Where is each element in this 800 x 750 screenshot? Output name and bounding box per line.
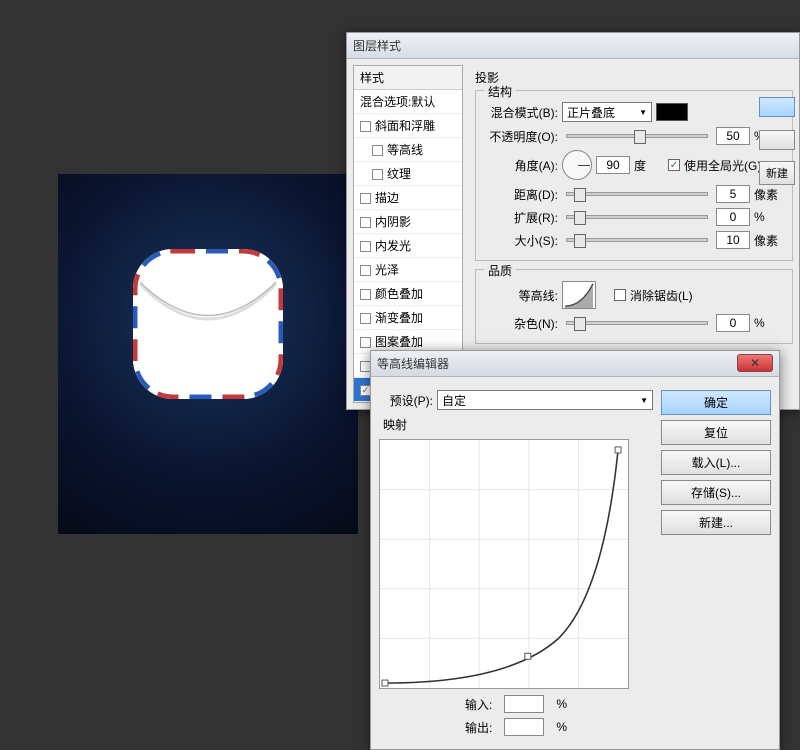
checkbox[interactable] — [360, 265, 371, 276]
load-button[interactable]: 载入(L)... — [661, 450, 771, 475]
size-slider[interactable] — [566, 238, 708, 242]
new-button[interactable]: 新建... — [661, 510, 771, 535]
window-title: 等高线编辑器 — [377, 355, 449, 372]
cancel-partial-button[interactable] — [759, 130, 795, 150]
unit: 像素 — [754, 232, 784, 249]
style-item[interactable]: 内阴影 — [354, 210, 462, 234]
spread-label: 扩展(R): — [484, 209, 558, 226]
unit: % — [754, 210, 784, 224]
noise-input[interactable]: 0 — [716, 314, 750, 332]
preset-dropdown[interactable]: 自定▼ — [437, 390, 653, 410]
anti-alias-label: 消除锯齿(L) — [630, 287, 693, 304]
output-value[interactable] — [504, 718, 544, 736]
opacity-slider[interactable] — [566, 134, 708, 138]
opacity-label: 不透明度(O): — [484, 128, 558, 145]
ok-button[interactable]: 确定 — [661, 390, 771, 415]
unit: % — [754, 316, 784, 330]
angle-label: 角度(A): — [484, 157, 558, 174]
input-value[interactable] — [504, 695, 544, 713]
style-item[interactable]: 纹理 — [354, 162, 462, 186]
angle-input[interactable]: 90 — [596, 156, 630, 174]
distance-slider[interactable] — [566, 192, 708, 196]
global-light-checkbox[interactable]: ✓ — [668, 159, 680, 171]
style-item[interactable]: 颜色叠加 — [354, 282, 462, 306]
structure-group: 结构 混合模式(B): 正片叠底▼ 不透明度(O): 50 % 角度(A): 9… — [475, 90, 793, 261]
style-item[interactable]: 等高线 — [354, 138, 462, 162]
legend: 结构 — [484, 83, 516, 100]
checkbox[interactable] — [360, 193, 371, 204]
legend: 品质 — [484, 262, 516, 279]
chevron-down-icon: ▼ — [640, 396, 648, 405]
distance-input[interactable]: 5 — [716, 185, 750, 203]
styles-header: 样式 — [354, 66, 462, 90]
titlebar[interactable]: 等高线编辑器 ✕ — [371, 351, 779, 377]
mail-icon — [128, 244, 288, 404]
close-button[interactable]: ✕ — [737, 354, 773, 372]
output-label: 输出: — [465, 719, 492, 736]
checkbox[interactable] — [372, 169, 383, 180]
ok-partial-button[interactable] — [759, 97, 795, 117]
global-light-label: 使用全局光(G) — [684, 157, 761, 174]
quality-group: 品质 等高线: 消除锯齿(L) 杂色(N): 0 % — [475, 269, 793, 344]
unit: % — [556, 697, 567, 711]
size-input[interactable]: 10 — [716, 231, 750, 249]
contour-editor-dialog: 等高线编辑器 ✕ 预设(P): 自定▼ 映射 — [370, 350, 780, 750]
checkbox[interactable] — [360, 121, 371, 132]
checkbox[interactable] — [372, 145, 383, 156]
checkbox[interactable] — [360, 313, 371, 324]
style-item[interactable]: 描边 — [354, 186, 462, 210]
checkbox[interactable] — [360, 289, 371, 300]
titlebar[interactable]: 图层样式 — [347, 33, 799, 59]
blend-mode-dropdown[interactable]: 正片叠底▼ — [562, 102, 652, 122]
window-title: 图层样式 — [353, 37, 401, 54]
contour-graph[interactable] — [379, 439, 629, 689]
style-item[interactable]: 斜面和浮雕 — [354, 114, 462, 138]
canvas-preview — [58, 174, 358, 534]
spread-slider[interactable] — [566, 215, 708, 219]
unit: 度 — [634, 157, 664, 174]
style-item[interactable]: 渐变叠加 — [354, 306, 462, 330]
input-label: 输入: — [465, 696, 492, 713]
distance-label: 距离(D): — [484, 186, 558, 203]
anti-alias-checkbox[interactable] — [614, 289, 626, 301]
style-item[interactable]: 光泽 — [354, 258, 462, 282]
blend-options-row[interactable]: 混合选项:默认 — [354, 90, 462, 114]
size-label: 大小(S): — [484, 232, 558, 249]
new-style-button[interactable]: 新建 — [759, 161, 795, 185]
reset-button[interactable]: 复位 — [661, 420, 771, 445]
dialog-side-buttons: 新建 — [759, 93, 799, 189]
noise-label: 杂色(N): — [484, 315, 558, 332]
checkbox[interactable] — [360, 337, 371, 348]
angle-dial[interactable] — [562, 150, 592, 180]
spread-input[interactable]: 0 — [716, 208, 750, 226]
mapping-label: 映射 — [383, 416, 653, 433]
noise-slider[interactable] — [566, 321, 708, 325]
checkbox[interactable] — [360, 241, 371, 252]
unit: % — [556, 720, 567, 734]
save-button[interactable]: 存储(S)... — [661, 480, 771, 505]
style-item[interactable]: 内发光 — [354, 234, 462, 258]
opacity-input[interactable]: 50 — [716, 127, 750, 145]
panel-title: 投影 — [475, 69, 793, 86]
close-icon: ✕ — [750, 356, 760, 370]
contour-thumb[interactable] — [562, 281, 596, 309]
blend-mode-label: 混合模式(B): — [484, 104, 558, 121]
preset-label: 预设(P): — [379, 392, 433, 409]
chevron-down-icon: ▼ — [639, 108, 647, 117]
checkbox[interactable] — [360, 217, 371, 228]
shadow-color-swatch[interactable] — [656, 103, 688, 121]
contour-label: 等高线: — [484, 287, 558, 304]
